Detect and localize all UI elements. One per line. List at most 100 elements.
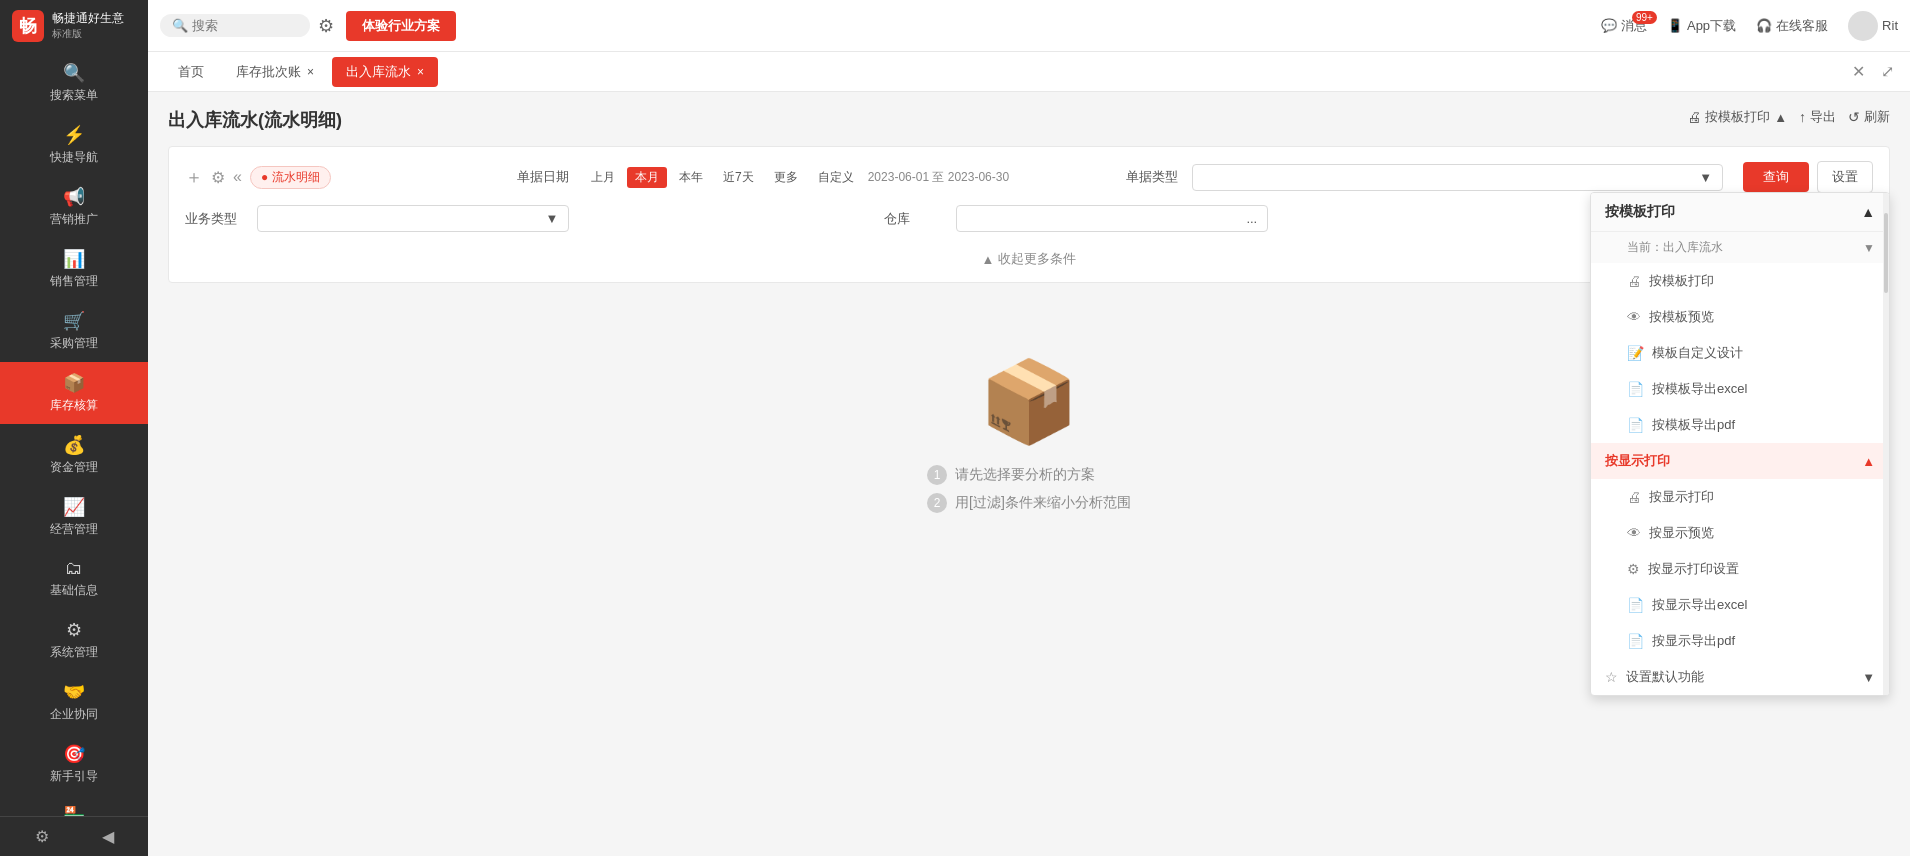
close-tab-icon[interactable]: ✕ xyxy=(1844,58,1873,85)
display-section-arrow: ▲ xyxy=(1862,454,1875,469)
message-icon: 💬 xyxy=(1601,18,1617,33)
sidebar-item-marketing[interactable]: 📢 营销推广 xyxy=(0,176,148,238)
sidebar-item-system[interactable]: ⚙ 系统管理 xyxy=(0,609,148,671)
display-section-label: 按显示打印 xyxy=(1605,452,1670,470)
quick-nav-icon: ⚡ xyxy=(63,124,85,146)
preview-template-item-label: 按模板预览 xyxy=(1649,308,1714,326)
date-last-month[interactable]: 上月 xyxy=(583,167,623,188)
tab-batch[interactable]: 库存批次账 × xyxy=(222,57,328,87)
tab-home-label: 首页 xyxy=(178,63,204,81)
trial-button[interactable]: 体验行业方案 xyxy=(346,11,456,41)
refresh-label: 刷新 xyxy=(1864,108,1890,126)
type-select-arrow: ▼ xyxy=(1699,170,1712,185)
refresh-button[interactable]: ↺ 刷新 xyxy=(1848,108,1890,126)
export-icon: ↑ xyxy=(1799,109,1806,125)
sidebar-item-label-cooperation: 企业协同 xyxy=(50,706,98,723)
inventory-icon: 📦 xyxy=(63,372,85,394)
empty-icon: 📦 xyxy=(979,355,1079,449)
online-service-label: 在线客服 xyxy=(1776,17,1828,35)
scrollbar-track xyxy=(1883,193,1889,695)
sidebar-item-inventory[interactable]: 📦 库存核算 xyxy=(0,362,148,424)
sidebar-item-sales[interactable]: 📊 销售管理 xyxy=(0,238,148,300)
sidebar-item-finance[interactable]: 💰 资金管理 xyxy=(0,424,148,486)
filter-settings-btn[interactable]: ⚙ xyxy=(211,168,225,187)
export-excel-template-item[interactable]: 📄 按模板导出excel xyxy=(1591,371,1889,407)
export-pdf-template-item[interactable]: 📄 按模板导出pdf xyxy=(1591,407,1889,443)
date-custom[interactable]: 自定义 xyxy=(810,167,862,188)
user-profile[interactable]: Rit xyxy=(1848,11,1898,41)
print-template-item-label: 按模板打印 xyxy=(1649,272,1714,290)
tab-flow[interactable]: 出入库流水 × xyxy=(332,57,438,87)
filter-type-select[interactable]: ▼ xyxy=(1192,164,1723,191)
set-default-item[interactable]: ☆ 设置默认功能 ▼ xyxy=(1591,659,1889,695)
tab-batch-close[interactable]: × xyxy=(307,66,314,78)
settings-display-item[interactable]: ⚙ 按显示打印设置 xyxy=(1591,551,1889,587)
edit-icon: 📝 xyxy=(1627,345,1644,361)
marketing-icon: 📢 xyxy=(63,186,85,208)
headset-icon: 🎧 xyxy=(1756,18,1772,33)
filter-tag-dot: ● xyxy=(261,170,268,184)
printer-icon: 🖨 xyxy=(1627,273,1641,289)
sidebar-item-basic[interactable]: 🗂 基础信息 xyxy=(0,548,148,609)
filter-tag[interactable]: ● 流水明细 xyxy=(250,166,331,189)
date-this-month[interactable]: 本月 xyxy=(627,167,667,188)
expand-icon[interactable]: ⤢ xyxy=(1881,62,1894,81)
sidebar-item-purchase[interactable]: 🛒 采购管理 xyxy=(0,300,148,362)
tab-home[interactable]: 首页 xyxy=(164,57,218,87)
app-download-label: App下载 xyxy=(1687,17,1736,35)
export-pdf-display-item[interactable]: 📄 按显示导出pdf xyxy=(1591,623,1889,659)
settings-icon[interactable]: ⚙ xyxy=(35,827,49,846)
date-more[interactable]: 更多 xyxy=(766,167,806,188)
message-button[interactable]: 💬 消息 99+ xyxy=(1601,17,1647,35)
step2-num: 2 xyxy=(927,493,947,513)
sidebar-item-label-operations: 经营管理 xyxy=(50,521,98,538)
export-excel-display-item[interactable]: 📄 按显示导出excel xyxy=(1591,587,1889,623)
default-arrow: ▼ xyxy=(1862,670,1875,685)
topbar: 🔍 ⚙ 体验行业方案 💬 消息 99+ 📱 App下载 🎧 在线客服 Rit xyxy=(148,0,1910,52)
dropdown-collapse-icon[interactable]: ▲ xyxy=(1861,204,1875,220)
warehouse-more-icon[interactable]: ... xyxy=(1246,211,1257,226)
sidebar-item-search[interactable]: 🔍 搜索菜单 xyxy=(0,52,148,114)
filter-add-btn[interactable]: ＋ xyxy=(185,165,203,189)
collapse-sidebar-icon[interactable]: ◀ xyxy=(102,827,114,846)
query-button[interactable]: 查询 xyxy=(1743,162,1809,192)
print-template-label: 按模板打印 xyxy=(1705,108,1770,126)
sidebar-item-guide[interactable]: 🎯 新手引导 xyxy=(0,733,148,795)
search-box[interactable]: 🔍 xyxy=(160,14,310,37)
set-default-label: 设置默认功能 xyxy=(1626,668,1704,686)
printer2-icon: 🖨 xyxy=(1627,489,1641,505)
gear-icon[interactable]: ⚙ xyxy=(318,15,334,37)
app-version: 标准版 xyxy=(52,27,124,41)
dropdown-current[interactable]: 当前：出入库流水 ▼ xyxy=(1591,232,1889,263)
cooperation-icon: 🤝 xyxy=(63,681,85,703)
sidebar-item-appstore[interactable]: 🏪 应用中心 xyxy=(0,795,148,816)
filter-warehouse-input[interactable]: ... xyxy=(956,205,1268,232)
online-service-button[interactable]: 🎧 在线客服 xyxy=(1756,17,1828,35)
date-7days[interactable]: 近7天 xyxy=(715,167,762,188)
sidebar-item-quick-nav[interactable]: ⚡ 快捷导航 xyxy=(0,114,148,176)
preview-display-item[interactable]: 👁 按显示预览 xyxy=(1591,515,1889,551)
date-this-year[interactable]: 本年 xyxy=(671,167,711,188)
sidebar-item-cooperation[interactable]: 🤝 企业协同 xyxy=(0,671,148,733)
custom-template-item[interactable]: 📝 模板自定义设计 xyxy=(1591,335,1889,371)
export-excel-template-label: 按模板导出excel xyxy=(1652,380,1747,398)
custom-template-item-label: 模板自定义设计 xyxy=(1652,344,1743,362)
empty-step-2: 2 用[过滤]条件来缩小分析范围 xyxy=(927,493,1131,513)
print-display-item[interactable]: 🖨 按显示打印 xyxy=(1591,479,1889,515)
preview-template-item[interactable]: 👁 按模板预览 xyxy=(1591,299,1889,335)
scrollbar-thumb[interactable] xyxy=(1884,213,1888,293)
export-button[interactable]: ↑ 导出 xyxy=(1799,108,1836,126)
print-template-item[interactable]: 🖨 按模板打印 xyxy=(1591,263,1889,299)
display-section-header[interactable]: 按显示打印 ▲ xyxy=(1591,443,1889,479)
print-template-button[interactable]: 🖨 按模板打印 ▲ xyxy=(1687,108,1787,126)
filter-tag-label: 流水明细 xyxy=(272,169,320,186)
settings-button[interactable]: 设置 xyxy=(1817,161,1873,193)
preview2-icon: 👁 xyxy=(1627,525,1641,541)
filter-collapse-btn[interactable]: « xyxy=(233,168,242,186)
filter-biztype-select[interactable]: ▼ xyxy=(257,205,569,232)
sidebar-item-label-basic: 基础信息 xyxy=(50,582,98,599)
app-download-button[interactable]: 📱 App下载 xyxy=(1667,17,1736,35)
search-input[interactable] xyxy=(192,18,298,33)
tab-flow-close[interactable]: × xyxy=(417,66,424,78)
sidebar-item-operations[interactable]: 📈 经营管理 xyxy=(0,486,148,548)
